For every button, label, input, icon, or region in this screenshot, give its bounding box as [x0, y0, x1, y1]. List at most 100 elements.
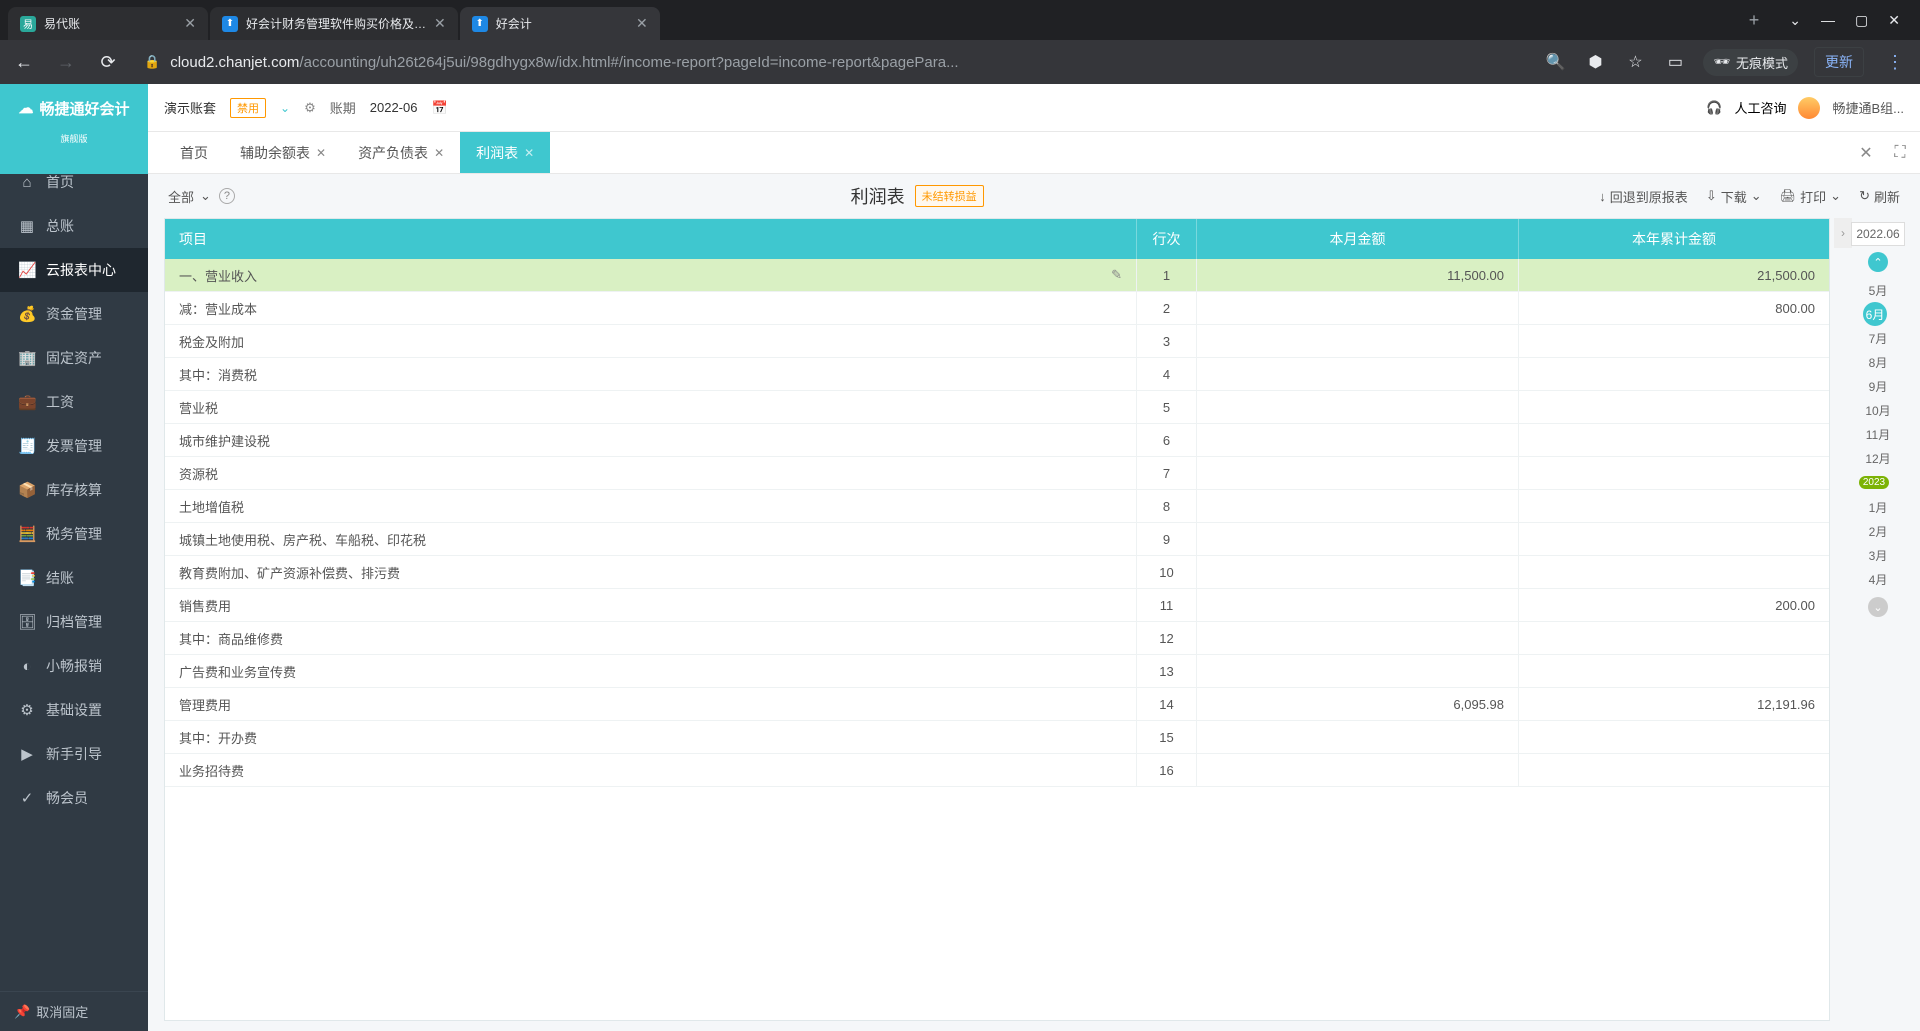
browser-chrome: 易 易代账 ✕⬆ 好会计财务管理软件购买价格及… ✕⬆ 好会计 ✕ + ⌄ — … — [0, 0, 1920, 84]
rail-month[interactable]: 11月 — [1863, 422, 1893, 446]
table-row[interactable]: 教育费附加、矿产资源补偿费、排污费 10 — [165, 556, 1829, 589]
unpin-button[interactable]: 📌 取消固定 — [0, 991, 148, 1031]
close-all-tabs-icon[interactable]: ✕ — [1854, 141, 1878, 165]
table-row[interactable]: 一、营业收入✎ 1 11,500.00 21,500.00 — [165, 259, 1829, 292]
bookmark-star-icon[interactable]: ☆ — [1623, 50, 1647, 74]
logo[interactable]: ☁ 畅捷通好会计 — [0, 84, 148, 132]
sidebar-item[interactable]: ⚙ 基础设置 — [0, 688, 148, 732]
rail-month[interactable]: 1月 — [1863, 495, 1893, 519]
top-right: 🎧 人工咨询 畅捷通B组... — [1706, 97, 1904, 119]
sidebar-item[interactable]: 📑 结账 — [0, 556, 148, 600]
consult-label[interactable]: 人工咨询 — [1734, 98, 1786, 117]
download-button[interactable]: ⇩下载⌄ — [1706, 187, 1762, 206]
table-row[interactable]: 销售费用 11 200.00 — [165, 589, 1829, 622]
rail-year-selector[interactable]: 2022.06 — [1851, 222, 1904, 246]
browser-tab[interactable]: 易 易代账 ✕ — [8, 7, 208, 40]
sidebar-item[interactable]: ▶ 新手引导 — [0, 732, 148, 776]
rail-month[interactable]: 12月 — [1863, 446, 1893, 470]
sidebar-item[interactable]: ◐ 小畅报销 — [0, 644, 148, 688]
sidebar-item[interactable]: ▦ 总账 — [0, 204, 148, 248]
rail-month[interactable]: 10月 — [1863, 398, 1893, 422]
refresh-button[interactable]: ↻刷新 — [1859, 187, 1900, 206]
sidebar-item[interactable]: 🏢 固定资产 — [0, 336, 148, 380]
user-name[interactable]: 畅捷通B组... — [1832, 98, 1904, 117]
sidebar-item[interactable]: 🧾 发票管理 — [0, 424, 148, 468]
window-maximize-icon[interactable]: ▢ — [1855, 12, 1868, 29]
calendar-icon[interactable]: 📅 — [431, 100, 447, 116]
window-close-icon[interactable]: ✕ — [1888, 12, 1900, 29]
rail-down-icon[interactable]: ⌄ — [1868, 597, 1888, 617]
close-icon[interactable]: ✕ — [636, 15, 648, 32]
sidebar-item[interactable]: 📈 云报表中心 — [0, 248, 148, 292]
table-row[interactable]: 营业税 5 — [165, 391, 1829, 424]
sidebar-item-icon: 💼 — [18, 393, 36, 411]
sidebar-item[interactable]: 📦 库存核算 — [0, 468, 148, 512]
window-dropdown-icon[interactable]: ⌄ — [1789, 12, 1801, 29]
nav-reload-button[interactable]: ⟳ — [94, 48, 122, 76]
nav-forward-button[interactable]: → — [52, 48, 80, 76]
table-row[interactable]: 其中：商品维修费 12 — [165, 622, 1829, 655]
help-icon[interactable]: ? — [219, 188, 235, 204]
table-row[interactable]: 业务招待费 16 — [165, 754, 1829, 787]
browser-menu-icon[interactable]: ⋮ — [1880, 52, 1910, 73]
close-icon[interactable]: ✕ — [524, 146, 534, 160]
account-settings-icon[interactable]: ⚙ — [304, 100, 316, 116]
sidebar-item[interactable]: 🗄 归档管理 — [0, 600, 148, 644]
table-row[interactable]: 减：营业成本 2 800.00 — [165, 292, 1829, 325]
headset-icon[interactable]: 🎧 — [1706, 100, 1722, 116]
table-row[interactable]: 税金及附加 3 — [165, 325, 1829, 358]
table-row[interactable]: 其中：消费税 4 — [165, 358, 1829, 391]
nav-back-button[interactable]: ← — [10, 48, 38, 76]
table-row[interactable]: 土地增值税 8 — [165, 490, 1829, 523]
rail-month[interactable]: 2月 — [1863, 519, 1893, 543]
table-row[interactable]: 其中：开办费 15 — [165, 721, 1829, 754]
close-icon[interactable]: ✕ — [316, 146, 326, 160]
page-tab[interactable]: 利润表✕ — [460, 132, 550, 173]
window-minimize-icon[interactable]: — — [1821, 12, 1835, 29]
filter-dropdown[interactable]: 全部 ⌄ — [168, 187, 211, 206]
url-bar[interactable]: 🔒 cloud2.chanjet.com/accounting/uh26t264… — [136, 54, 1529, 71]
edit-icon[interactable]: ✎ — [1111, 267, 1122, 283]
table-row[interactable]: 广告费和业务宣传费 13 — [165, 655, 1829, 688]
zoom-icon[interactable]: 🔍 — [1543, 50, 1567, 74]
close-icon[interactable]: ✕ — [184, 15, 196, 32]
table-row[interactable]: 城镇土地使用税、房产税、车船税、印花税 9 — [165, 523, 1829, 556]
browser-tab[interactable]: ⬆ 好会计财务管理软件购买价格及… ✕ — [210, 7, 458, 40]
new-tab-button[interactable]: + — [1739, 4, 1770, 37]
sidebar-item[interactable]: 💰 资金管理 — [0, 292, 148, 336]
table-row[interactable]: 资源税 7 — [165, 457, 1829, 490]
rail-up-icon[interactable]: ⌃ — [1868, 252, 1888, 272]
reading-list-icon[interactable]: ▭ — [1663, 50, 1687, 74]
update-button[interactable]: 更新 — [1814, 47, 1864, 77]
avatar[interactable] — [1798, 97, 1820, 119]
rail-month[interactable]: 5月 — [1863, 278, 1893, 302]
sidebar-item[interactable]: ⌂ 首页 — [0, 160, 148, 204]
rail-month[interactable]: 8月 — [1863, 350, 1893, 374]
page-tab[interactable]: 首页 — [164, 132, 224, 173]
close-icon[interactable]: ✕ — [434, 15, 446, 32]
sidebar-item[interactable]: 💼 工资 — [0, 380, 148, 424]
cell-row: 2 — [1137, 292, 1197, 324]
close-icon[interactable]: ✕ — [434, 146, 444, 160]
rail-month[interactable]: 3月 — [1863, 543, 1893, 567]
restore-button[interactable]: ↓回退到原报表 — [1599, 187, 1688, 206]
page-tab[interactable]: 资产负债表✕ — [342, 132, 460, 173]
page-tab[interactable]: 辅助余额表✕ — [224, 132, 342, 173]
rail-month[interactable]: 6月 — [1863, 302, 1887, 326]
account-selector[interactable]: 演示账套 — [164, 98, 216, 117]
print-button[interactable]: 🖨打印⌄ — [1780, 187, 1841, 206]
account-chevron-icon[interactable]: ⌄ — [280, 101, 290, 115]
table-row[interactable]: 城市维护建设税 6 — [165, 424, 1829, 457]
sidebar-item[interactable]: 🧮 税务管理 — [0, 512, 148, 556]
incognito-badge[interactable]: 🕶 无痕模式 — [1703, 49, 1798, 76]
rail-month[interactable]: 9月 — [1863, 374, 1893, 398]
browser-tab[interactable]: ⬆ 好会计 ✕ — [460, 7, 660, 40]
rail-month[interactable]: 4月 — [1863, 567, 1893, 591]
nav-right-icons: 🔍 ⬢ ☆ ▭ 🕶 无痕模式 更新 ⋮ — [1543, 47, 1910, 77]
sidebar-item[interactable]: ✓ 畅会员 — [0, 776, 148, 820]
extension-icon[interactable]: ⬢ — [1583, 50, 1607, 74]
rail-month[interactable]: 7月 — [1863, 326, 1893, 350]
fullscreen-icon[interactable]: ⛶ — [1888, 141, 1912, 165]
table-row[interactable]: 管理费用 14 6,095.98 12,191.96 — [165, 688, 1829, 721]
expand-rail-icon[interactable]: › — [1834, 218, 1852, 248]
